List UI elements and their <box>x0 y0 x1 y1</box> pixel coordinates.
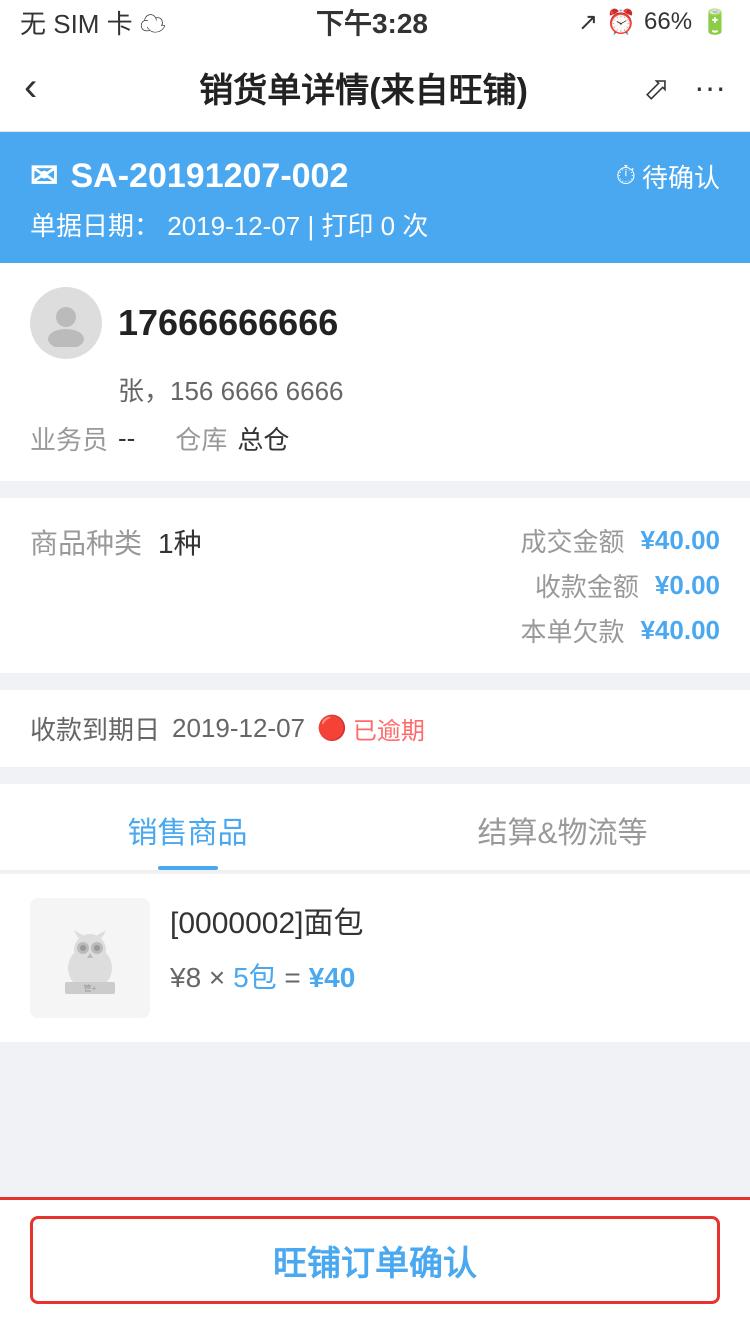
overdue-text: 已逾期 <box>353 711 425 746</box>
status-right: ↗ ⏰ 66% 🔋 <box>578 8 730 37</box>
amount-row-2: 本单欠款 ¥40.00 <box>520 612 720 649</box>
print-info: | 打印 0 次 <box>307 211 428 241</box>
more-icon[interactable]: ··· <box>694 69 726 106</box>
warehouse-value: 总仓 <box>237 420 289 457</box>
order-date-value: 2019-12-07 <box>167 211 300 241</box>
tabs-row: 销售商品 结算&物流等 <box>0 784 750 870</box>
nav-bar: ‹ 销货单详情(来自旺铺) ⬀ ··· <box>0 44 750 132</box>
tab-sales-label: 销售商品 <box>128 817 248 850</box>
warehouse-label: 仓库 <box>175 420 227 457</box>
amount-row-1: 收款金额 ¥0.00 <box>535 567 720 604</box>
amount-value-0: ¥40.00 <box>640 525 720 556</box>
tab-settlement[interactable]: 结算&物流等 <box>375 784 750 870</box>
avatar <box>30 287 102 359</box>
product-price: ¥8 × 5包 = ¥40 <box>170 956 720 996</box>
sales-label: 业务员 <box>30 420 108 457</box>
back-button[interactable]: ‹ <box>24 65 84 110</box>
amount-value-1: ¥0.00 <box>655 570 720 601</box>
svg-text:管+: 管+ <box>84 983 97 993</box>
date-label: 单据日期： <box>30 211 160 241</box>
tabs-section: 销售商品 结算&物流等 <box>0 784 750 872</box>
tab-settlement-label: 结算&物流等 <box>477 817 647 850</box>
confirm-order-button[interactable]: 旺铺订单确认 <box>30 1216 720 1304</box>
product-total: ¥40 <box>309 962 356 993</box>
amount-label-0: 成交金额 <box>520 522 624 559</box>
bottom-bar: 旺铺订单确认 <box>0 1197 750 1334</box>
clock-icon: ⏱ <box>616 160 636 192</box>
product-qty: 5包 <box>233 962 277 993</box>
product-type-area: 商品种类 1种 <box>30 522 202 562</box>
amount-row-0: 成交金额 ¥40.00 <box>520 522 720 559</box>
amount-label-1: 收款金额 <box>535 567 639 604</box>
overdue-badge: 🔴 已逾期 <box>317 711 425 746</box>
due-date-value: 2019-12-07 <box>172 713 305 744</box>
order-number: SA-20191207-002 <box>71 157 349 196</box>
product-thumbnail: 管+ <box>30 898 150 1018</box>
price-base: ¥8 × <box>170 962 233 993</box>
battery-icon: 🔋 <box>700 8 730 37</box>
customer-section: 17666666666 张，156 6666 6666 业务员 -- 仓库 总仓 <box>0 263 750 482</box>
order-id: ✉ SA-20191207-002 <box>30 156 348 196</box>
amount-label-2: 本单欠款 <box>520 612 624 649</box>
summary-row: 商品种类 1种 成交金额 ¥40.00 收款金额 ¥0.00 本单欠款 ¥40.… <box>30 522 720 649</box>
product-info: [0000002]面包 ¥8 × 5包 = ¥40 <box>170 898 720 996</box>
due-date-section: 收款到期日 2019-12-07 🔴 已逾期 <box>0 690 750 768</box>
status-left: 无 SIM 卡 ☁ <box>20 4 166 41</box>
overdue-icon: 🔴 <box>317 714 347 743</box>
location-icon: ↗ <box>578 8 598 37</box>
no-sim-text: 无 SIM 卡 ☁ <box>20 4 166 41</box>
email-icon: ✉ <box>30 156 59 196</box>
amount-value-2: ¥40.00 <box>640 615 720 646</box>
product-name: [0000002]面包 <box>170 898 720 942</box>
status-text: 待确认 <box>642 158 720 195</box>
due-label: 收款到期日 <box>30 710 160 747</box>
equals-sign: = <box>277 962 309 993</box>
sales-meta: 业务员 -- <box>30 420 135 457</box>
summary-section: 商品种类 1种 成交金额 ¥40.00 收款金额 ¥0.00 本单欠款 ¥40.… <box>0 498 750 674</box>
battery-text: 66% <box>644 8 692 36</box>
order-banner: ✉ SA-20191207-002 ⏱ 待确认 单据日期： 2019-12-07… <box>0 132 750 263</box>
warehouse-meta: 仓库 总仓 <box>175 420 289 457</box>
status-bar: 无 SIM 卡 ☁ 下午3:28 ↗ ⏰ 66% 🔋 <box>0 0 750 44</box>
customer-name: 张，156 6666 6666 <box>30 371 720 408</box>
alarm-icon: ⏰ <box>606 8 636 37</box>
order-date-line: 单据日期： 2019-12-07 | 打印 0 次 <box>30 206 720 243</box>
customer-meta: 业务员 -- 仓库 总仓 <box>30 420 720 457</box>
product-type-value: 1种 <box>158 522 202 562</box>
customer-top: 17666666666 <box>30 287 720 359</box>
amounts-area: 成交金额 ¥40.00 收款金额 ¥0.00 本单欠款 ¥40.00 <box>520 522 720 649</box>
page-title: 销货单详情(来自旺铺) <box>199 63 528 112</box>
banner-top: ✉ SA-20191207-002 ⏱ 待确认 <box>30 156 720 196</box>
products-section: 管+ [0000002]面包 ¥8 × 5包 = ¥40 <box>0 874 750 1042</box>
tab-sales-product[interactable]: 销售商品 <box>0 784 375 870</box>
order-status: ⏱ 待确认 <box>616 158 720 195</box>
status-time: 下午3:28 <box>316 2 428 42</box>
product-type-label: 商品种类 <box>30 522 142 562</box>
share-icon[interactable]: ⬀ <box>643 69 670 107</box>
nav-actions: ⬀ ··· <box>643 69 726 107</box>
sales-value: -- <box>118 423 135 454</box>
customer-phone: 17666666666 <box>118 302 338 344</box>
product-item: 管+ [0000002]面包 ¥8 × 5包 = ¥40 <box>30 898 720 1018</box>
